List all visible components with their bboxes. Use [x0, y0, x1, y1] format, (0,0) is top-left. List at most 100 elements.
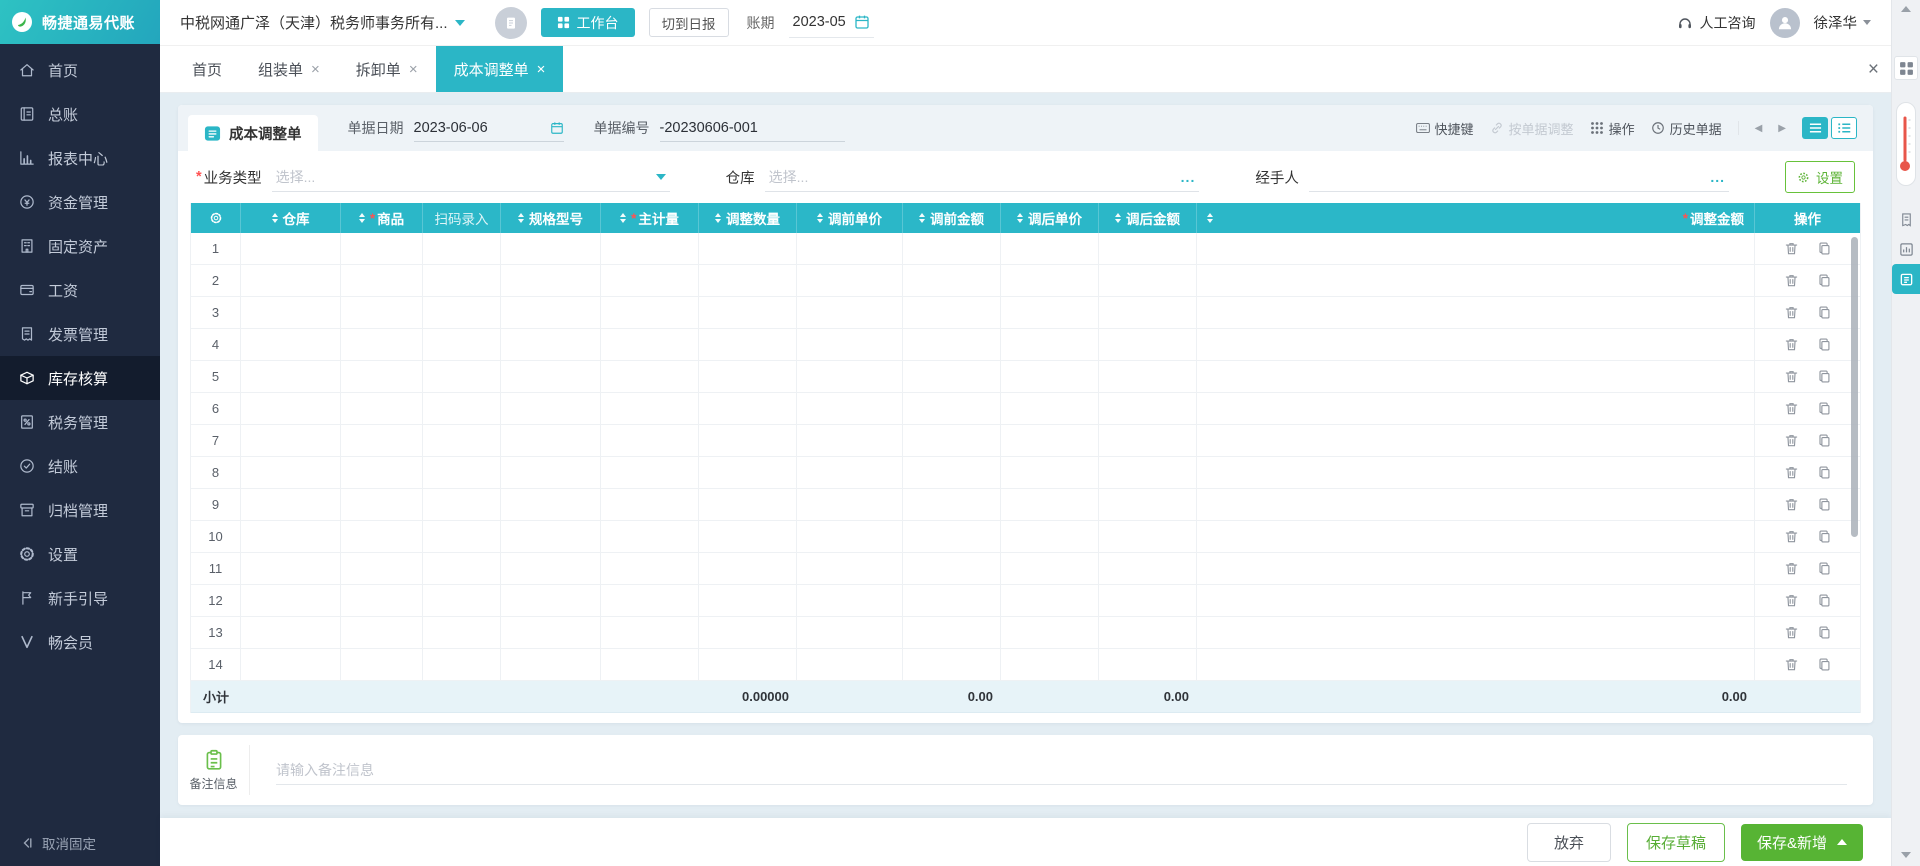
sort-icon[interactable] — [358, 213, 365, 223]
column-header-product[interactable]: * 商品 — [341, 203, 423, 233]
cell-unit[interactable] — [601, 329, 699, 360]
sort-icon[interactable] — [919, 213, 925, 223]
thermometer-widget[interactable] — [1896, 102, 1916, 186]
delete-row-icon[interactable] — [1784, 241, 1799, 256]
cell-product[interactable] — [341, 425, 423, 456]
cell-price_before[interactable] — [797, 585, 903, 616]
report-panel-button[interactable] — [1894, 234, 1918, 264]
cell-spec[interactable] — [501, 297, 601, 328]
cell-adjust_amt[interactable] — [1197, 329, 1755, 360]
sidebar-item-guide[interactable]: 新手引导 — [0, 576, 160, 620]
cell-amt_before[interactable] — [903, 489, 1001, 520]
cell-warehouse[interactable] — [241, 553, 341, 584]
table-scrollbar-thumb[interactable] — [1851, 237, 1858, 537]
cell-qty[interactable] — [699, 361, 797, 392]
cell-scan[interactable] — [423, 425, 501, 456]
delete-row-icon[interactable] — [1784, 369, 1799, 384]
cell-qty[interactable] — [699, 393, 797, 424]
column-header-price_before[interactable]: 调前单价 — [797, 203, 903, 233]
cell-adjust_amt[interactable] — [1197, 425, 1755, 456]
operations-button[interactable]: 操作 — [1590, 119, 1635, 138]
sort-icon[interactable] — [715, 213, 721, 223]
copy-row-icon[interactable] — [1817, 337, 1832, 352]
company-selector[interactable]: 中税网通广泽（天津）税务师事务所有... — [180, 12, 465, 33]
cell-amt_after[interactable] — [1099, 233, 1197, 264]
list-panel-button[interactable] — [1892, 264, 1920, 294]
copy-row-icon[interactable] — [1817, 433, 1832, 448]
column-header-qty[interactable]: 调整数量 — [699, 203, 797, 233]
scroll-up-icon[interactable] — [1901, 6, 1911, 12]
cell-amt_before[interactable] — [903, 361, 1001, 392]
column-header-adjust_amt[interactable]: * 调整金额 — [1197, 203, 1755, 233]
sort-icon[interactable] — [1207, 213, 1213, 223]
cell-price_after[interactable] — [1001, 425, 1099, 456]
sort-icon[interactable] — [620, 213, 627, 223]
cell-adjust_amt[interactable] — [1197, 233, 1755, 264]
cell-price_before[interactable] — [797, 297, 903, 328]
unpin-button[interactable]: 取消固定 — [0, 820, 160, 866]
column-header-price_after[interactable]: 调后单价 — [1001, 203, 1099, 233]
cell-amt_after[interactable] — [1099, 521, 1197, 552]
cell-product[interactable] — [341, 265, 423, 296]
remark-input[interactable]: 请输入备注信息 — [276, 755, 1847, 785]
switch-daily-button[interactable]: 切到日报 — [648, 8, 729, 37]
cell-qty[interactable] — [699, 329, 797, 360]
copy-row-icon[interactable] — [1817, 401, 1832, 416]
cell-warehouse[interactable] — [241, 425, 341, 456]
cell-price_before[interactable] — [797, 329, 903, 360]
cell-amt_after[interactable] — [1099, 457, 1197, 488]
cell-product[interactable] — [341, 361, 423, 392]
cell-product[interactable] — [341, 521, 423, 552]
detail-view-button[interactable] — [1831, 117, 1857, 139]
delete-row-icon[interactable] — [1784, 465, 1799, 480]
delete-row-icon[interactable] — [1784, 337, 1799, 352]
voucher-panel-button[interactable] — [1894, 204, 1918, 234]
tab-disassembly[interactable]: 拆卸单 × — [338, 46, 436, 92]
cell-warehouse[interactable] — [241, 585, 341, 616]
delete-row-icon[interactable] — [1784, 305, 1799, 320]
cell-spec[interactable] — [501, 649, 601, 680]
cell-amt_before[interactable] — [903, 649, 1001, 680]
cell-price_before[interactable] — [797, 521, 903, 552]
close-tab-icon[interactable]: × — [537, 62, 546, 77]
save-and-new-button[interactable]: 保存&新增 — [1740, 823, 1863, 861]
column-header-amt_after[interactable]: 调后金额 — [1099, 203, 1197, 233]
cell-unit[interactable] — [601, 297, 699, 328]
cell-scan[interactable] — [423, 265, 501, 296]
cell-price_before[interactable] — [797, 425, 903, 456]
cell-qty[interactable] — [699, 425, 797, 456]
copy-row-icon[interactable] — [1817, 305, 1832, 320]
cell-price_after[interactable] — [1001, 329, 1099, 360]
workbench-button[interactable]: 工作台 — [540, 8, 635, 37]
cell-price_after[interactable] — [1001, 265, 1099, 296]
tab-cost-adjust[interactable]: 成本调整单 × — [435, 46, 564, 92]
more-icon[interactable]: ... — [1710, 170, 1725, 184]
sidebar-item-tax[interactable]: 税务管理 — [0, 400, 160, 444]
cell-scan[interactable] — [423, 233, 501, 264]
doc-date-input[interactable]: 2023-06-06 — [413, 114, 564, 142]
cell-price_after[interactable] — [1001, 233, 1099, 264]
column-header-spec[interactable]: 规格型号 — [501, 203, 601, 233]
scroll-down-icon[interactable] — [1901, 852, 1911, 858]
next-doc-button[interactable]: ▶ — [1778, 123, 1786, 134]
history-docs-button[interactable]: 历史单据 — [1651, 119, 1722, 138]
cell-product[interactable] — [341, 457, 423, 488]
cell-spec[interactable] — [501, 329, 601, 360]
cell-price_before[interactable] — [797, 553, 903, 584]
sidebar-item-funds[interactable]: 资金管理 — [0, 180, 160, 224]
cell-spec[interactable] — [501, 425, 601, 456]
cell-qty[interactable] — [699, 649, 797, 680]
cell-unit[interactable] — [601, 585, 699, 616]
cell-product[interactable] — [341, 617, 423, 648]
cell-scan[interactable] — [423, 521, 501, 552]
adjust-by-doc-button[interactable]: 按单据调整 — [1490, 119, 1574, 138]
user-menu[interactable]: 徐泽华 — [1814, 12, 1871, 33]
cell-adjust_amt[interactable] — [1197, 265, 1755, 296]
sidebar-item-archive[interactable]: 归档管理 — [0, 488, 160, 532]
cell-warehouse[interactable] — [241, 617, 341, 648]
doc-title-tab[interactable]: 成本调整单 — [188, 115, 318, 151]
cell-warehouse[interactable] — [241, 489, 341, 520]
tab-home[interactable]: 首页 — [174, 46, 240, 92]
column-header-unit[interactable]: * 主计量 — [601, 203, 699, 233]
copy-row-icon[interactable] — [1817, 593, 1832, 608]
